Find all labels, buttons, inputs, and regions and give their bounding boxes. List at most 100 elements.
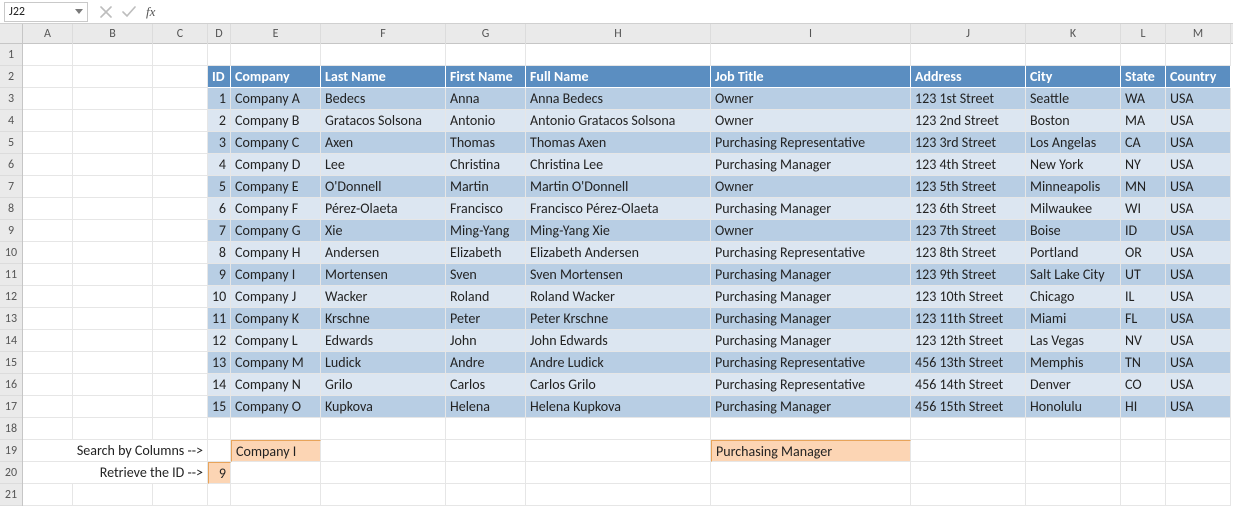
cell[interactable]	[1166, 484, 1231, 506]
table-cell[interactable]: USA	[1166, 286, 1231, 308]
table-cell[interactable]: Anna	[446, 88, 526, 110]
table-cell[interactable]: OR	[1121, 242, 1166, 264]
table-header[interactable]: ID	[208, 66, 231, 88]
table-cell[interactable]: Kupkova	[321, 396, 446, 418]
cell[interactable]	[23, 88, 73, 110]
table-cell[interactable]: Helena Kupkova	[526, 396, 711, 418]
table-cell[interactable]: USA	[1166, 374, 1231, 396]
table-cell[interactable]: ID	[1121, 220, 1166, 242]
table-cell[interactable]: 5	[208, 176, 231, 198]
table-cell[interactable]: USA	[1166, 198, 1231, 220]
table-cell[interactable]: USA	[1166, 308, 1231, 330]
table-cell[interactable]: Axen	[321, 132, 446, 154]
table-cell[interactable]: 1	[208, 88, 231, 110]
table-cell[interactable]: Francisco	[446, 198, 526, 220]
table-cell[interactable]: WI	[1121, 198, 1166, 220]
table-cell[interactable]: 123 10th Street	[911, 286, 1026, 308]
table-cell[interactable]: Martin	[446, 176, 526, 198]
table-cell[interactable]: Portland	[1026, 242, 1121, 264]
column-header[interactable]: M	[1166, 24, 1231, 44]
table-cell[interactable]: Company F	[231, 198, 321, 220]
cell[interactable]	[446, 484, 526, 506]
cell[interactable]	[23, 418, 73, 440]
cell[interactable]	[1121, 418, 1166, 440]
table-cell[interactable]: Company L	[231, 330, 321, 352]
row-header[interactable]: 4	[0, 110, 22, 132]
table-cell[interactable]: Francisco Pérez-Olaeta	[526, 198, 711, 220]
row-header[interactable]: 10	[0, 242, 22, 264]
table-cell[interactable]: Miami	[1026, 308, 1121, 330]
cell[interactable]	[153, 308, 208, 330]
table-cell[interactable]: Helena	[446, 396, 526, 418]
table-cell[interactable]: Ming-Yang Xie	[526, 220, 711, 242]
cell[interactable]	[153, 220, 208, 242]
table-cell[interactable]: 123 5th Street	[911, 176, 1026, 198]
cell[interactable]	[23, 176, 73, 198]
column-header[interactable]: J	[911, 24, 1026, 44]
cell[interactable]	[23, 66, 73, 88]
table-cell[interactable]: Ludick	[321, 352, 446, 374]
table-cell[interactable]: Peter	[446, 308, 526, 330]
table-cell[interactable]: Thomas Axen	[526, 132, 711, 154]
cell[interactable]	[73, 484, 153, 506]
table-cell[interactable]: 15	[208, 396, 231, 418]
table-cell[interactable]: Thomas	[446, 132, 526, 154]
cell[interactable]	[208, 440, 231, 462]
cell[interactable]	[73, 418, 153, 440]
column-header[interactable]: E	[231, 24, 321, 44]
table-cell[interactable]: 123 1st Street	[911, 88, 1026, 110]
cell[interactable]	[231, 484, 321, 506]
cell[interactable]	[1026, 418, 1121, 440]
row-header[interactable]: 16	[0, 374, 22, 396]
row-header[interactable]: 9	[0, 220, 22, 242]
table-cell[interactable]: Krschne	[321, 308, 446, 330]
table-header[interactable]: Address	[911, 66, 1026, 88]
cell[interactable]	[321, 484, 446, 506]
cell[interactable]	[153, 176, 208, 198]
table-cell[interactable]: 123 7th Street	[911, 220, 1026, 242]
column-header[interactable]: F	[321, 24, 446, 44]
cell[interactable]	[73, 330, 153, 352]
cell[interactable]	[526, 418, 711, 440]
table-cell[interactable]: USA	[1166, 242, 1231, 264]
cell[interactable]	[231, 44, 321, 66]
table-cell[interactable]: Honolulu	[1026, 396, 1121, 418]
table-cell[interactable]: Antonio Gratacos Solsona	[526, 110, 711, 132]
cell[interactable]	[208, 44, 231, 66]
column-header[interactable]: H	[526, 24, 711, 44]
table-cell[interactable]: Carlos Grilo	[526, 374, 711, 396]
table-cell[interactable]: Purchasing Manager	[711, 308, 911, 330]
table-cell[interactable]: 4	[208, 154, 231, 176]
cell[interactable]	[73, 264, 153, 286]
table-cell[interactable]: Pérez-Olaeta	[321, 198, 446, 220]
cell[interactable]	[153, 286, 208, 308]
cell[interactable]	[446, 418, 526, 440]
table-cell[interactable]: Bedecs	[321, 88, 446, 110]
table-cell[interactable]: NY	[1121, 154, 1166, 176]
cell[interactable]	[23, 374, 73, 396]
table-cell[interactable]: TN	[1121, 352, 1166, 374]
table-cell[interactable]: Denver	[1026, 374, 1121, 396]
cell[interactable]	[23, 264, 73, 286]
table-cell[interactable]: Martin O'Donnell	[526, 176, 711, 198]
cell[interactable]	[1026, 44, 1121, 66]
table-cell[interactable]: Company B	[231, 110, 321, 132]
table-cell[interactable]: Sven Mortensen	[526, 264, 711, 286]
cell[interactable]	[23, 330, 73, 352]
table-header[interactable]: Country	[1166, 66, 1231, 88]
table-cell[interactable]: 3	[208, 132, 231, 154]
row-header[interactable]: 17	[0, 396, 22, 418]
cell[interactable]	[1026, 484, 1121, 506]
table-cell[interactable]: 456 15th Street	[911, 396, 1026, 418]
cell[interactable]	[73, 396, 153, 418]
row-header[interactable]: 5	[0, 132, 22, 154]
table-cell[interactable]: 123 11th Street	[911, 308, 1026, 330]
table-cell[interactable]: Roland	[446, 286, 526, 308]
table-cell[interactable]: Elizabeth Andersen	[526, 242, 711, 264]
table-cell[interactable]: Roland Wacker	[526, 286, 711, 308]
table-cell[interactable]: USA	[1166, 176, 1231, 198]
table-cell[interactable]: MA	[1121, 110, 1166, 132]
cell[interactable]	[23, 242, 73, 264]
table-cell[interactable]: Company E	[231, 176, 321, 198]
table-cell[interactable]: O'Donnell	[321, 176, 446, 198]
